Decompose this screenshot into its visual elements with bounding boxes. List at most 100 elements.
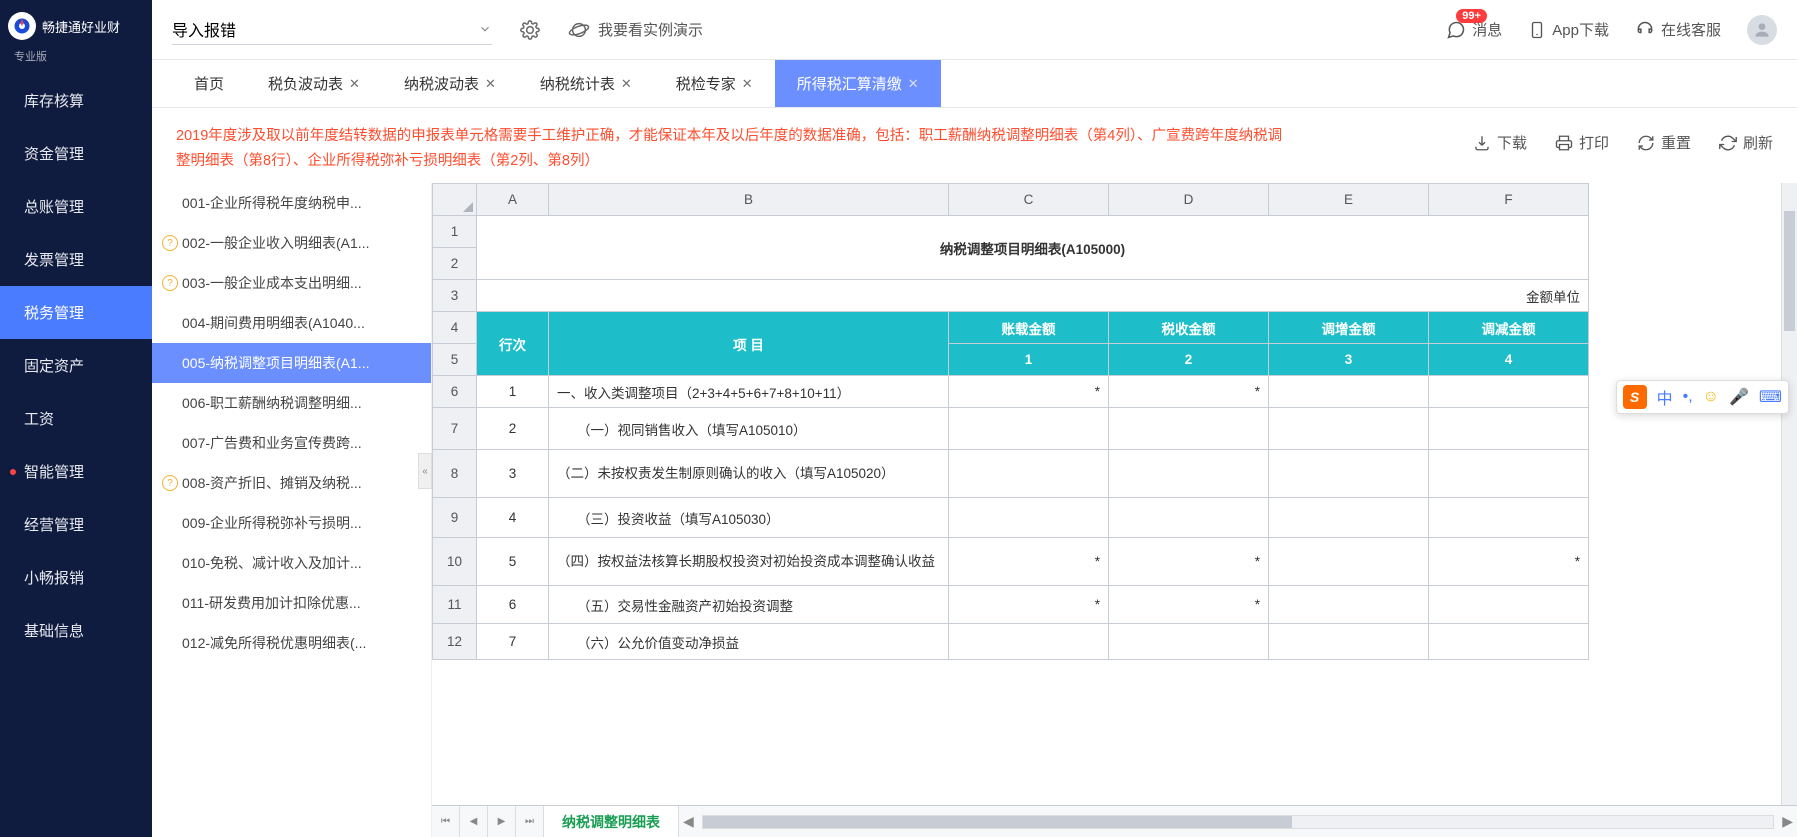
cell[interactable]: 7 xyxy=(477,624,549,660)
nav-inventory[interactable]: 库存核算 xyxy=(0,74,152,127)
reset-button[interactable]: 重置 xyxy=(1637,132,1691,153)
nav-ledger[interactable]: 总账管理 xyxy=(0,180,152,233)
tab-tax-burden[interactable]: 税负波动表✕ xyxy=(246,60,382,107)
row-header[interactable]: 4 xyxy=(433,312,477,344)
sheet-nav-next[interactable]: ▶ xyxy=(488,806,516,837)
close-icon[interactable]: ✕ xyxy=(621,76,632,92)
sheet-nav-prev[interactable]: ◀ xyxy=(460,806,488,837)
report-item-008[interactable]: 008-资产折旧、摊销及纳税... xyxy=(152,463,431,503)
cell[interactable]: * xyxy=(1429,538,1589,586)
row-header[interactable]: 7 xyxy=(433,408,477,450)
header-col-1[interactable]: 1 xyxy=(949,344,1109,376)
cell[interactable] xyxy=(949,408,1109,450)
nav-assets[interactable]: 固定资产 xyxy=(0,339,152,392)
cell[interactable] xyxy=(1429,450,1589,498)
header-decrease[interactable]: 调减金额 xyxy=(1429,312,1589,344)
cell[interactable] xyxy=(949,624,1109,660)
close-icon[interactable]: ✕ xyxy=(349,76,360,92)
cell[interactable] xyxy=(1269,586,1429,624)
cell[interactable] xyxy=(1109,450,1269,498)
col-header-a[interactable]: A xyxy=(477,184,549,216)
header-col-2[interactable]: 2 xyxy=(1109,344,1269,376)
tab-income-tax-settlement[interactable]: 所得税汇算清缴✕ xyxy=(775,60,941,107)
cell[interactable]: （一）视同销售收入（填写A105010） xyxy=(549,408,949,450)
col-header-b[interactable]: B xyxy=(549,184,949,216)
cell[interactable]: （二）未按权责发生制原则确认的收入（填写A105020） xyxy=(549,450,949,498)
demo-link[interactable]: 我要看实例演示 xyxy=(568,19,703,41)
header-book-amount[interactable]: 账载金额 xyxy=(949,312,1109,344)
cell[interactable]: * xyxy=(949,538,1109,586)
ime-punct-icon[interactable]: •, xyxy=(1683,388,1693,406)
col-header-d[interactable]: D xyxy=(1109,184,1269,216)
report-item-003[interactable]: 003-一般企业成本支出明细... xyxy=(152,263,431,303)
cell[interactable] xyxy=(1269,408,1429,450)
search-input[interactable] xyxy=(172,20,470,38)
nav-tax[interactable]: 税务管理 xyxy=(0,286,152,339)
ime-keyboard-icon[interactable]: ⌨ xyxy=(1759,387,1782,407)
nav-funds[interactable]: 资金管理 xyxy=(0,127,152,180)
messages-button[interactable]: 99+ 消息 xyxy=(1446,19,1502,40)
close-icon[interactable]: ✕ xyxy=(742,76,753,92)
row-header[interactable]: 5 xyxy=(433,344,477,376)
sheet-nav-first[interactable]: ⏮ xyxy=(432,806,460,837)
close-icon[interactable]: ✕ xyxy=(485,76,496,92)
ime-toolbar[interactable]: S 中 •, ☺ 🎤 ⌨ xyxy=(1616,380,1789,414)
row-header[interactable]: 12 xyxy=(433,624,477,660)
sheet-title[interactable]: 纳税调整项目明细表(A105000) xyxy=(477,216,1589,280)
select-all-corner[interactable] xyxy=(433,184,477,216)
row-header[interactable]: 2 xyxy=(433,248,477,280)
cell[interactable]: 4 xyxy=(477,498,549,538)
tab-home[interactable]: 首页 xyxy=(172,60,246,107)
report-item-004[interactable]: 004-期间费用明细表(A1040... xyxy=(152,303,431,343)
header-item[interactable]: 项 目 xyxy=(549,312,949,376)
ime-lang-toggle[interactable]: 中 xyxy=(1657,385,1673,409)
report-item-010[interactable]: 010-免税、减计收入及加计... xyxy=(152,543,431,583)
cell[interactable] xyxy=(1269,450,1429,498)
nav-operations[interactable]: 经营管理 xyxy=(0,498,152,551)
nav-expense[interactable]: 小畅报销 xyxy=(0,551,152,604)
cell[interactable]: （五）交易性金融资产初始投资调整 xyxy=(549,586,949,624)
nav-invoice[interactable]: 发票管理 xyxy=(0,233,152,286)
sheet-scroll-area[interactable]: A B C D E F 1 纳税调整项目明细表(A105000) 2 xyxy=(432,183,1797,805)
cell[interactable] xyxy=(1429,498,1589,538)
nav-basic-info[interactable]: 基础信息 xyxy=(0,604,152,657)
gear-icon[interactable] xyxy=(520,20,540,40)
customer-service-button[interactable]: 在线客服 xyxy=(1635,19,1721,40)
cell[interactable]: 1 xyxy=(477,376,549,408)
sheet-nav-last[interactable]: ⏭ xyxy=(516,806,544,837)
cell[interactable]: * xyxy=(949,376,1109,408)
cell[interactable] xyxy=(1269,624,1429,660)
row-header[interactable]: 9 xyxy=(433,498,477,538)
cell[interactable] xyxy=(949,498,1109,538)
cell[interactable]: 6 xyxy=(477,586,549,624)
download-button[interactable]: 下载 xyxy=(1473,132,1527,153)
cell[interactable]: （六）公允价值变动净损益 xyxy=(549,624,949,660)
tab-tax-payment[interactable]: 纳税波动表✕ xyxy=(382,60,518,107)
unit-cell[interactable]: 金额单位 xyxy=(477,280,1589,312)
report-item-002[interactable]: 002-一般企业收入明细表(A1... xyxy=(152,223,431,263)
print-button[interactable]: 打印 xyxy=(1555,132,1609,153)
cell[interactable]: * xyxy=(1109,538,1269,586)
ime-logo-icon[interactable]: S xyxy=(1623,385,1647,409)
cell[interactable]: 5 xyxy=(477,538,549,586)
col-header-f[interactable]: F xyxy=(1429,184,1589,216)
ime-emoji-icon[interactable]: ☺ xyxy=(1703,388,1719,406)
nav-salary[interactable]: 工资 xyxy=(0,392,152,445)
collapse-handle[interactable]: « xyxy=(418,453,432,489)
close-icon[interactable]: ✕ xyxy=(908,76,919,92)
cell[interactable] xyxy=(1109,498,1269,538)
report-item-009[interactable]: 009-企业所得税弥补亏损明... xyxy=(152,503,431,543)
report-item-001[interactable]: 001-企业所得税年度纳税申... xyxy=(152,183,431,223)
header-col-3[interactable]: 3 xyxy=(1269,344,1429,376)
horizontal-scrollbar[interactable]: ◀ ▶ xyxy=(679,806,1797,837)
cell[interactable]: * xyxy=(1109,586,1269,624)
ime-mic-icon[interactable]: 🎤 xyxy=(1729,387,1749,407)
cell[interactable]: * xyxy=(1109,376,1269,408)
cell[interactable] xyxy=(1429,624,1589,660)
report-item-012[interactable]: 012-减免所得税优惠明细表(... xyxy=(152,623,431,663)
cell[interactable]: （三）投资收益（填写A105030） xyxy=(549,498,949,538)
refresh-button[interactable]: 刷新 xyxy=(1719,132,1773,153)
col-header-c[interactable]: C xyxy=(949,184,1109,216)
cell[interactable] xyxy=(1429,586,1589,624)
avatar[interactable] xyxy=(1747,15,1777,45)
